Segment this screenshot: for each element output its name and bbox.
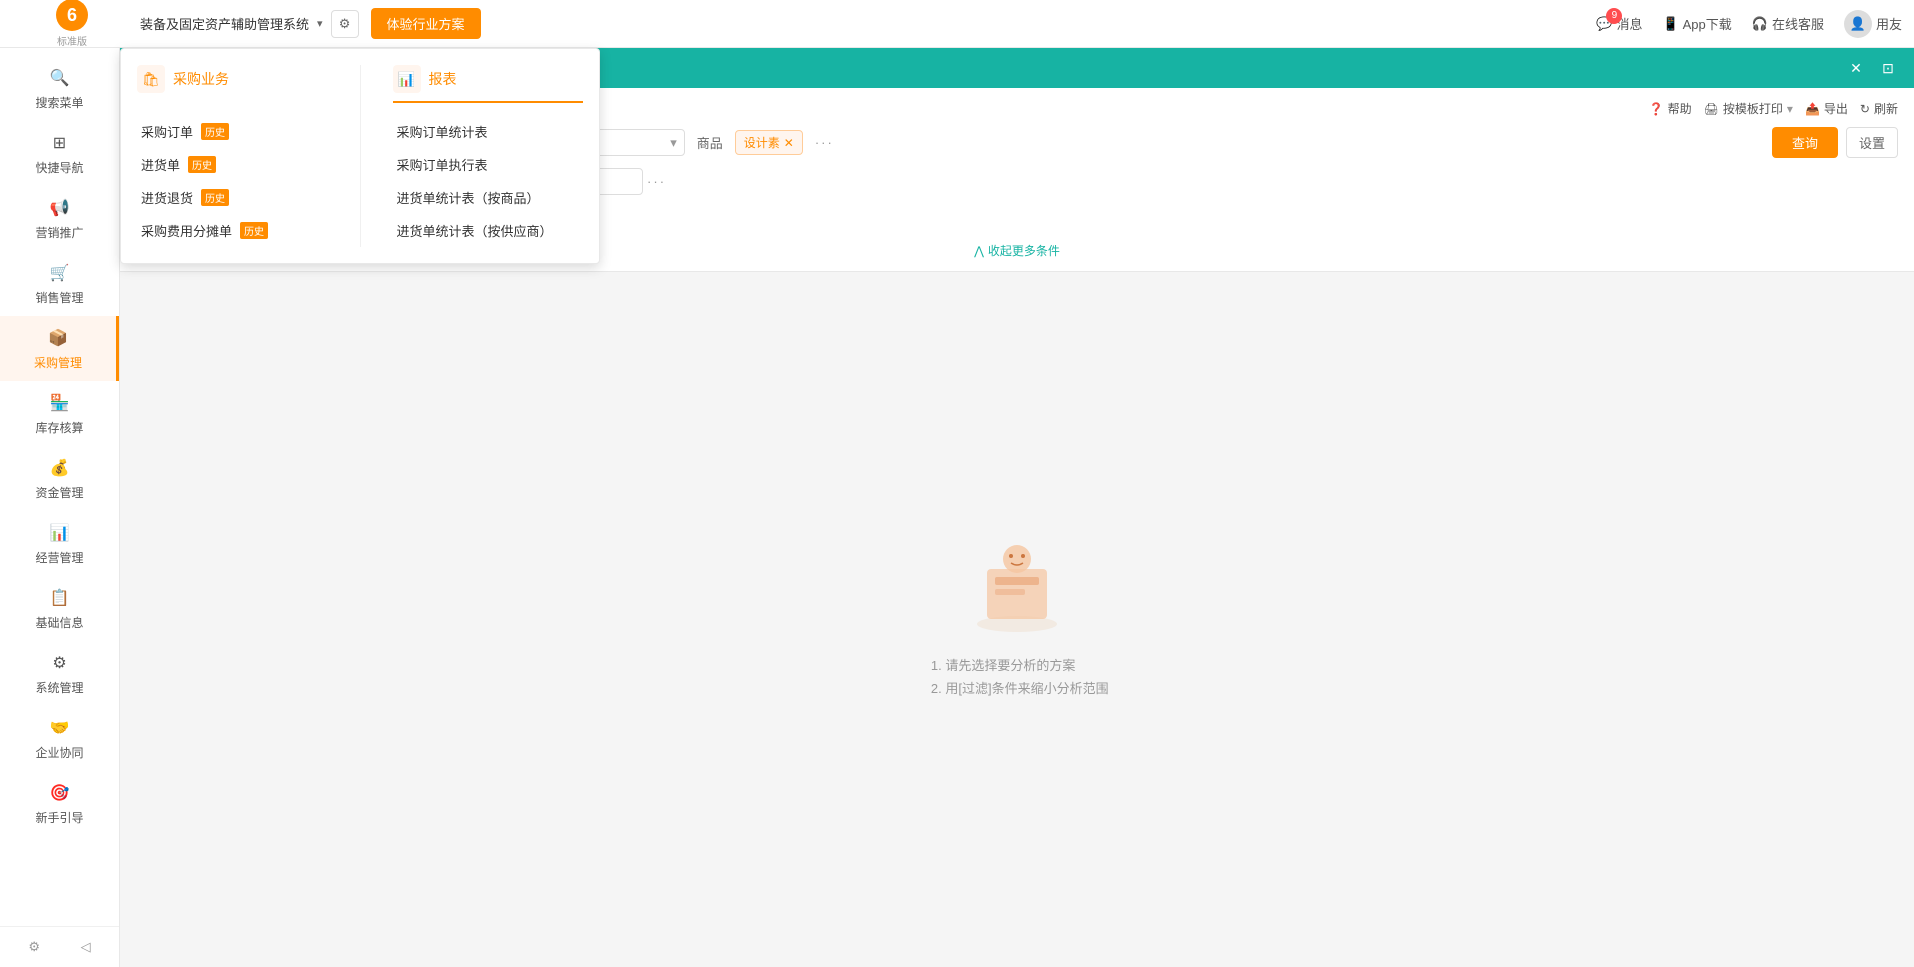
menu-item-incoming-stats-goods[interactable]: 进货单统计表（按商品） <box>393 181 584 214</box>
menu-item-order-exec[interactable]: 采购订单执行表 <box>393 148 584 181</box>
history-badge-1: 历史 <box>188 156 216 173</box>
report-section: 📊 报表 采购订单统计表 采购订单执行表 进货单统计表（按商品） 进货单统计表（… <box>393 65 584 247</box>
collapse-up-icon: ⋀ <box>974 244 984 258</box>
empty-state: 请先选择要分析的方案 用[过滤]条件来缩小分析范围 <box>120 272 1914 967</box>
sidebar-collapse-icon[interactable]: ◁ <box>81 939 91 955</box>
sidebar-item-newbie[interactable]: 🎯 新手引导 <box>0 771 119 836</box>
menu-item-purchase-order[interactable]: 采购订单 历史 <box>137 115 328 148</box>
history-badge-0: 历史 <box>201 123 229 140</box>
sidebar-item-system[interactable]: ⚙ 系统管理 <box>0 641 119 706</box>
export-icon: 📤 <box>1805 102 1820 116</box>
menu-item-incoming[interactable]: 进货单 历史 <box>137 148 328 181</box>
report-section-icon: 📊 <box>393 65 421 93</box>
action-buttons: 查询 设置 <box>1772 127 1898 158</box>
print-dropdown-icon[interactable]: ▾ <box>1787 102 1793 116</box>
menu-item-expense[interactable]: 采购费用分摊单 历史 <box>137 214 328 247</box>
top-right: 💬 9 消息 📱 App下载 🎧 在线客服 👤 用友 <box>1596 10 1902 38</box>
purchase-section: 🛍 采购业务 采购订单 历史 进货单 历史 进货退货 历史 采购费用分摊单 历史 <box>137 65 328 247</box>
system-title-dropdown[interactable]: ▾ <box>317 17 323 30</box>
sidebar-item-inventory[interactable]: 🏪 库存核算 <box>0 381 119 446</box>
sales-icon: 🛒 <box>48 261 72 285</box>
quick-nav-icon: ⊞ <box>48 131 72 155</box>
empty-text: 请先选择要分析的方案 用[过滤]条件来缩小分析范围 <box>925 655 1108 701</box>
purchase-dropdown-menu: 🛍 采购业务 采购订单 历史 进货单 历史 进货退货 历史 采购费用分摊单 历史… <box>120 48 600 264</box>
purchase-section-icon: 🛍 <box>137 65 165 93</box>
settings-button[interactable]: ⚙ <box>331 10 359 38</box>
help-btn[interactable]: ❓ 帮助 <box>1649 100 1692 117</box>
logo-subtitle: 标准版 <box>57 33 87 48</box>
menu-divider <box>360 65 361 247</box>
sidebar-item-sales[interactable]: 🛒 销售管理 <box>0 251 119 316</box>
messages-btn[interactable]: 💬 9 消息 <box>1596 14 1642 33</box>
goods-tag: 设计素 ✕ <box>735 130 803 155</box>
system-icon: ⚙ <box>48 651 72 675</box>
sidebar-item-enterprise[interactable]: 🤝 企业协同 <box>0 706 119 771</box>
sidebar-item-operation[interactable]: 📊 经营管理 <box>0 511 119 576</box>
finance-icon: 💰 <box>48 456 72 480</box>
history-badge-3: 历史 <box>240 222 268 239</box>
basic-icon: 📋 <box>48 586 72 610</box>
marketing-icon: 📢 <box>48 196 72 220</box>
sidebar-item-search[interactable]: 🔍 搜索菜单 <box>0 56 119 121</box>
tab-bar-right: ✕ ⊡ <box>1842 54 1910 82</box>
help-icon: ❓ <box>1649 102 1664 116</box>
sidebar-bottom: ⚙ ◁ <box>0 926 119 967</box>
menu-item-return[interactable]: 进货退货 历史 <box>137 181 328 214</box>
goods-label: 商品 <box>697 133 723 152</box>
goods-more-dots[interactable]: ··· <box>815 135 834 150</box>
toolbar-right: ❓ 帮助 🖨 按模板打印 ▾ 📤 导出 ↻ 刷新 <box>1649 100 1898 117</box>
empty-illustration <box>957 539 1077 639</box>
export-btn[interactable]: 📤 导出 <box>1805 100 1848 117</box>
message-count: 9 <box>1606 8 1622 24</box>
operation-icon: 📊 <box>48 521 72 545</box>
sidebar-item-quick-nav[interactable]: ⊞ 快捷导航 <box>0 121 119 186</box>
purchase-section-header: 🛍 采购业务 <box>137 65 328 103</box>
search-icon: 🔍 <box>48 66 72 90</box>
app-download-btn[interactable]: 📱 App下载 <box>1662 14 1731 33</box>
purchase-icon: 📦 <box>46 326 70 350</box>
goods-tag-close[interactable]: ✕ <box>784 136 794 150</box>
industry-btn[interactable]: 体验行业方案 <box>371 8 481 39</box>
refresh-icon: ↻ <box>1860 102 1870 116</box>
logo-area: 6 标准版 <box>12 0 132 48</box>
enterprise-icon: 🤝 <box>48 716 72 740</box>
tab-close-btn[interactable]: ✕ <box>1842 54 1870 82</box>
print-btn[interactable]: 🖨 按模板打印 ▾ <box>1704 100 1793 117</box>
sidebar: 🔍 搜索菜单 ⊞ 快捷导航 📢 营销推广 🛒 销售管理 📦 采购管理 🏪 库存核… <box>0 48 120 967</box>
sidebar-item-basic[interactable]: 📋 基础信息 <box>0 576 119 641</box>
online-service-btn[interactable]: 🎧 在线客服 <box>1752 14 1824 33</box>
query-button[interactable]: 查询 <box>1772 127 1838 158</box>
sidebar-item-finance[interactable]: 💰 资金管理 <box>0 446 119 511</box>
salesperson-more-dots[interactable]: ··· <box>647 174 666 189</box>
history-badge-2: 历史 <box>201 189 229 206</box>
newbie-icon: 🎯 <box>48 781 72 805</box>
menu-item-incoming-stats-supplier[interactable]: 进货单统计表（按供应商） <box>393 214 584 247</box>
user-avatar: 👤 <box>1844 10 1872 38</box>
tab-maximize-btn[interactable]: ⊡ <box>1874 54 1902 82</box>
settings-button-filter[interactable]: 设置 <box>1846 127 1898 158</box>
notification-badge: 💬 9 <box>1596 16 1612 32</box>
report-section-header: 📊 报表 <box>393 65 584 103</box>
print-icon: 🖨 <box>1704 102 1719 116</box>
user-menu[interactable]: 👤 用友 <box>1844 10 1902 38</box>
refresh-btn[interactable]: ↻ 刷新 <box>1860 100 1898 117</box>
inventory-icon: 🏪 <box>48 391 72 415</box>
menu-item-order-stats[interactable]: 采购订单统计表 <box>393 115 584 148</box>
top-bar: 6 标准版 装备及固定资产辅助管理系统 ▾ ⚙ 体验行业方案 💬 9 消息 📱 … <box>0 0 1914 48</box>
sidebar-item-marketing[interactable]: 📢 营销推广 <box>0 186 119 251</box>
logo-icon: 6 <box>56 0 88 31</box>
system-title: 装备及固定资产辅助管理系统 ▾ <box>140 14 323 33</box>
sidebar-item-purchase[interactable]: 📦 采购管理 <box>0 316 119 381</box>
sidebar-settings-icon[interactable]: ⚙ <box>28 939 40 955</box>
